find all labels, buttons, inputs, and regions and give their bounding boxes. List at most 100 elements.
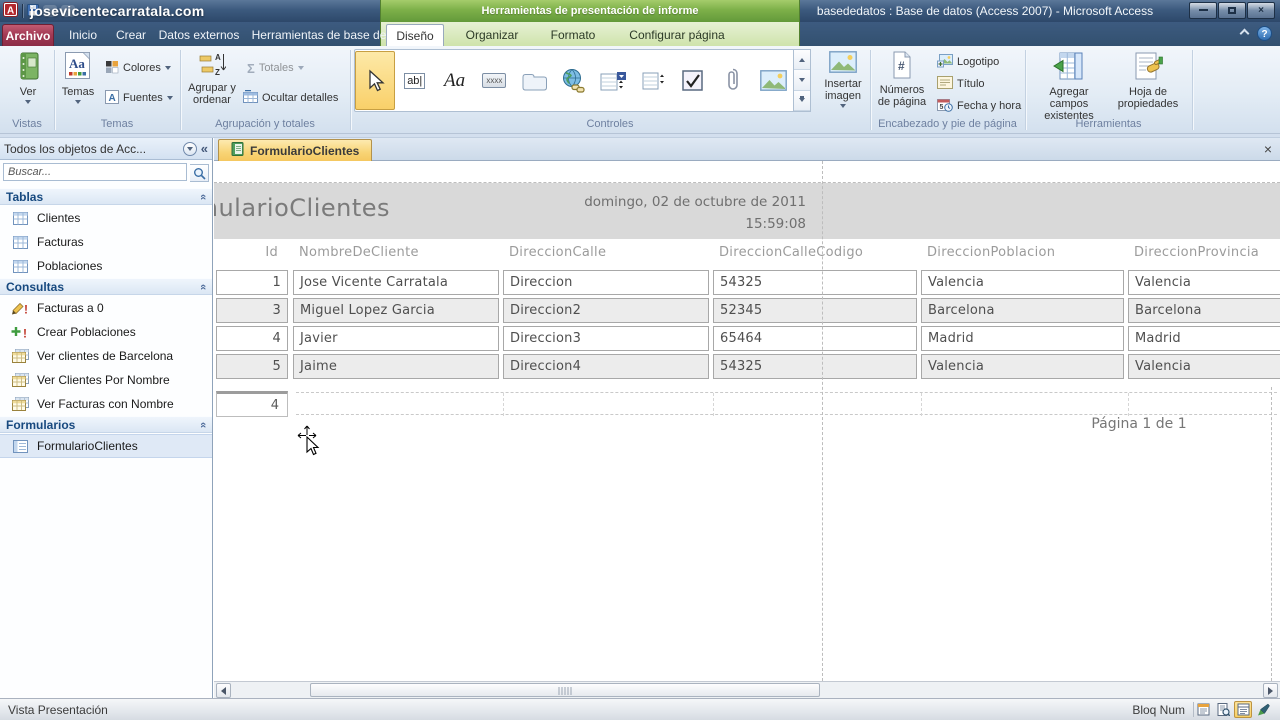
column-header-id[interactable]: Id bbox=[216, 245, 278, 260]
insertar-imagen-button[interactable]: Insertar imagen bbox=[818, 48, 868, 108]
tab-control[interactable] bbox=[514, 51, 554, 110]
nav-section-header-formularios[interactable]: Formularios « bbox=[0, 416, 212, 433]
search-button[interactable] bbox=[190, 164, 209, 182]
report-cell[interactable]: 54325 bbox=[713, 270, 917, 295]
help-icon[interactable]: ? bbox=[1257, 26, 1272, 41]
tab-crear[interactable]: Crear bbox=[110, 24, 152, 46]
label-control[interactable]: Aa bbox=[435, 51, 475, 110]
minimize-ribbon-icon[interactable] bbox=[1239, 28, 1250, 39]
report-cell[interactable]: Barcelona bbox=[921, 298, 1124, 323]
nav-pane-header[interactable]: Todos los objetos de Acc... « bbox=[0, 138, 212, 160]
nav-item-clientes[interactable]: Clientes bbox=[0, 206, 212, 230]
page-indicator[interactable]: Página 1 de 1 bbox=[1059, 416, 1219, 432]
document-close-icon[interactable]: × bbox=[1264, 141, 1272, 157]
report-cell[interactable]: Madrid bbox=[1128, 326, 1280, 351]
ver-button[interactable]: Ver bbox=[6, 48, 50, 104]
report-title[interactable]: FormularioClientes bbox=[214, 194, 390, 222]
nav-item-formularioclientes[interactable]: FormularioClientes bbox=[0, 434, 212, 458]
report-cell[interactable]: Valencia bbox=[921, 354, 1124, 379]
report-cell[interactable]: 5 bbox=[216, 354, 288, 379]
nav-item-ver-clientes-de-barcelona[interactable]: Ver clientes de Barcelona bbox=[0, 344, 212, 368]
scroll-left-button[interactable] bbox=[216, 683, 231, 698]
horizontal-scrollbar[interactable] bbox=[214, 681, 1280, 698]
column-header-nombredecliente[interactable]: NombreDeCliente bbox=[299, 245, 419, 260]
report-cell[interactable]: Valencia bbox=[1128, 270, 1280, 295]
access-app-icon[interactable]: A bbox=[3, 2, 18, 20]
tab-inicio[interactable]: Inicio bbox=[60, 24, 106, 46]
nav-menu-button[interactable] bbox=[182, 141, 197, 156]
report-cell[interactable]: 1 bbox=[216, 270, 288, 295]
report-date[interactable]: domingo, 02 de octubre de 2011 bbox=[506, 194, 806, 210]
report-cell[interactable]: Valencia bbox=[1128, 354, 1280, 379]
gallery-scroll-down[interactable] bbox=[794, 70, 810, 91]
button-control[interactable]: xxxx bbox=[474, 51, 514, 110]
column-header-direccioncalle[interactable]: DireccionCalle bbox=[509, 245, 606, 260]
collapse-section-icon[interactable]: « bbox=[197, 421, 209, 427]
nav-section-header-consultas[interactable]: Consultas « bbox=[0, 278, 212, 295]
hoja-propiedades-button[interactable]: Hoja de propiedades bbox=[1112, 48, 1184, 110]
fecha-hora-button[interactable]: 5 Fecha y hora bbox=[934, 96, 1024, 116]
nav-item-ver-facturas-con-nombre[interactable]: Ver Facturas con Nombre bbox=[0, 392, 212, 416]
ocultar-detalles-button[interactable]: Ocultar detalles bbox=[240, 88, 341, 108]
checkbox-control[interactable] bbox=[674, 51, 714, 110]
report-cell[interactable]: Direccion bbox=[503, 270, 709, 295]
tab-formato[interactable]: Formato bbox=[540, 24, 606, 46]
document-tab-formularioclientes[interactable]: FormularioClientes bbox=[218, 139, 373, 161]
nav-item-facturas-a-0[interactable]: ! Facturas a 0 bbox=[0, 296, 212, 320]
temas-button[interactable]: Aa Temas bbox=[58, 48, 98, 104]
collapse-section-icon[interactable]: « bbox=[197, 283, 209, 289]
agrupar-ordenar-button[interactable]: AZ Agrupar y ordenar bbox=[186, 48, 238, 106]
report-cell[interactable]: Direccion4 bbox=[503, 354, 709, 379]
report-cell[interactable]: 65464 bbox=[713, 326, 917, 351]
report-cell[interactable]: Valencia bbox=[921, 270, 1124, 295]
tab-organizar[interactable]: Organizar bbox=[452, 24, 532, 46]
report-cell[interactable]: Madrid bbox=[921, 326, 1124, 351]
report-cell[interactable]: Direccion2 bbox=[503, 298, 709, 323]
report-cell[interactable]: Barcelona bbox=[1128, 298, 1280, 323]
tab-configurar-pagina[interactable]: Configurar página bbox=[612, 24, 742, 46]
nav-item-facturas[interactable]: Facturas bbox=[0, 230, 212, 254]
collapse-section-icon[interactable]: « bbox=[197, 193, 209, 199]
titulo-button[interactable]: Título bbox=[934, 74, 988, 94]
column-header-direccionpoblacion[interactable]: DireccionPoblacion bbox=[927, 245, 1055, 260]
shutter-bar-collapse-icon[interactable]: « bbox=[201, 141, 208, 156]
logotipo-button[interactable]: Logotipo bbox=[934, 52, 1002, 72]
textbox-control[interactable]: ab| bbox=[395, 51, 435, 110]
scroll-right-button[interactable] bbox=[1263, 683, 1278, 698]
listbox-control[interactable] bbox=[634, 51, 674, 110]
design-view-button[interactable] bbox=[1254, 701, 1272, 718]
combobox-control[interactable] bbox=[594, 51, 634, 110]
image-control[interactable] bbox=[753, 51, 793, 110]
totales-button[interactable]: Σ Totales bbox=[244, 58, 307, 78]
report-cell[interactable]: Jaime bbox=[293, 354, 499, 379]
report-cell[interactable]: 3 bbox=[216, 298, 288, 323]
close-button[interactable]: × bbox=[1247, 2, 1275, 19]
report-cell[interactable]: 54325 bbox=[713, 354, 917, 379]
select-pointer-control[interactable] bbox=[355, 51, 395, 110]
hyperlink-control[interactable] bbox=[554, 51, 594, 110]
gallery-scroll-up[interactable] bbox=[794, 50, 810, 71]
restore-button[interactable] bbox=[1218, 2, 1246, 19]
report-cell[interactable]: Javier bbox=[293, 326, 499, 351]
numeros-pagina-button[interactable]: # Números de página bbox=[874, 48, 930, 108]
report-cell[interactable]: 52345 bbox=[713, 298, 917, 323]
layout-view-button[interactable] bbox=[1234, 701, 1252, 718]
print-preview-button[interactable] bbox=[1214, 701, 1232, 718]
report-time[interactable]: 15:59:08 bbox=[506, 216, 806, 232]
nav-item-poblaciones[interactable]: Poblaciones bbox=[0, 254, 212, 278]
scrollbar-thumb[interactable] bbox=[310, 683, 820, 697]
agregar-campos-button[interactable]: Agregar campos existentes bbox=[1030, 48, 1108, 122]
report-cell[interactable]: 4 bbox=[216, 326, 288, 351]
nav-section-header-tablas[interactable]: Tablas « bbox=[0, 188, 212, 205]
nav-item-ver-clientes-por-nombre[interactable]: Ver Clientes Por Nombre bbox=[0, 368, 212, 392]
attachment-control[interactable] bbox=[713, 51, 753, 110]
report-cell[interactable]: Miguel Lopez Garcia bbox=[293, 298, 499, 323]
tab-datos-externos[interactable]: Datos externos bbox=[156, 24, 242, 46]
report-view-button[interactable] bbox=[1194, 701, 1212, 718]
column-header-direccionprovincia[interactable]: DireccionProvincia bbox=[1134, 245, 1259, 260]
report-cell[interactable]: Jose Vicente Carratala bbox=[293, 270, 499, 295]
record-count-box[interactable]: 4 bbox=[216, 391, 288, 417]
column-header-direccioncallecodigo[interactable]: DireccionCalleCodigo bbox=[719, 245, 863, 260]
tab-diseno[interactable]: Diseño bbox=[386, 24, 444, 46]
search-input[interactable] bbox=[3, 163, 187, 181]
